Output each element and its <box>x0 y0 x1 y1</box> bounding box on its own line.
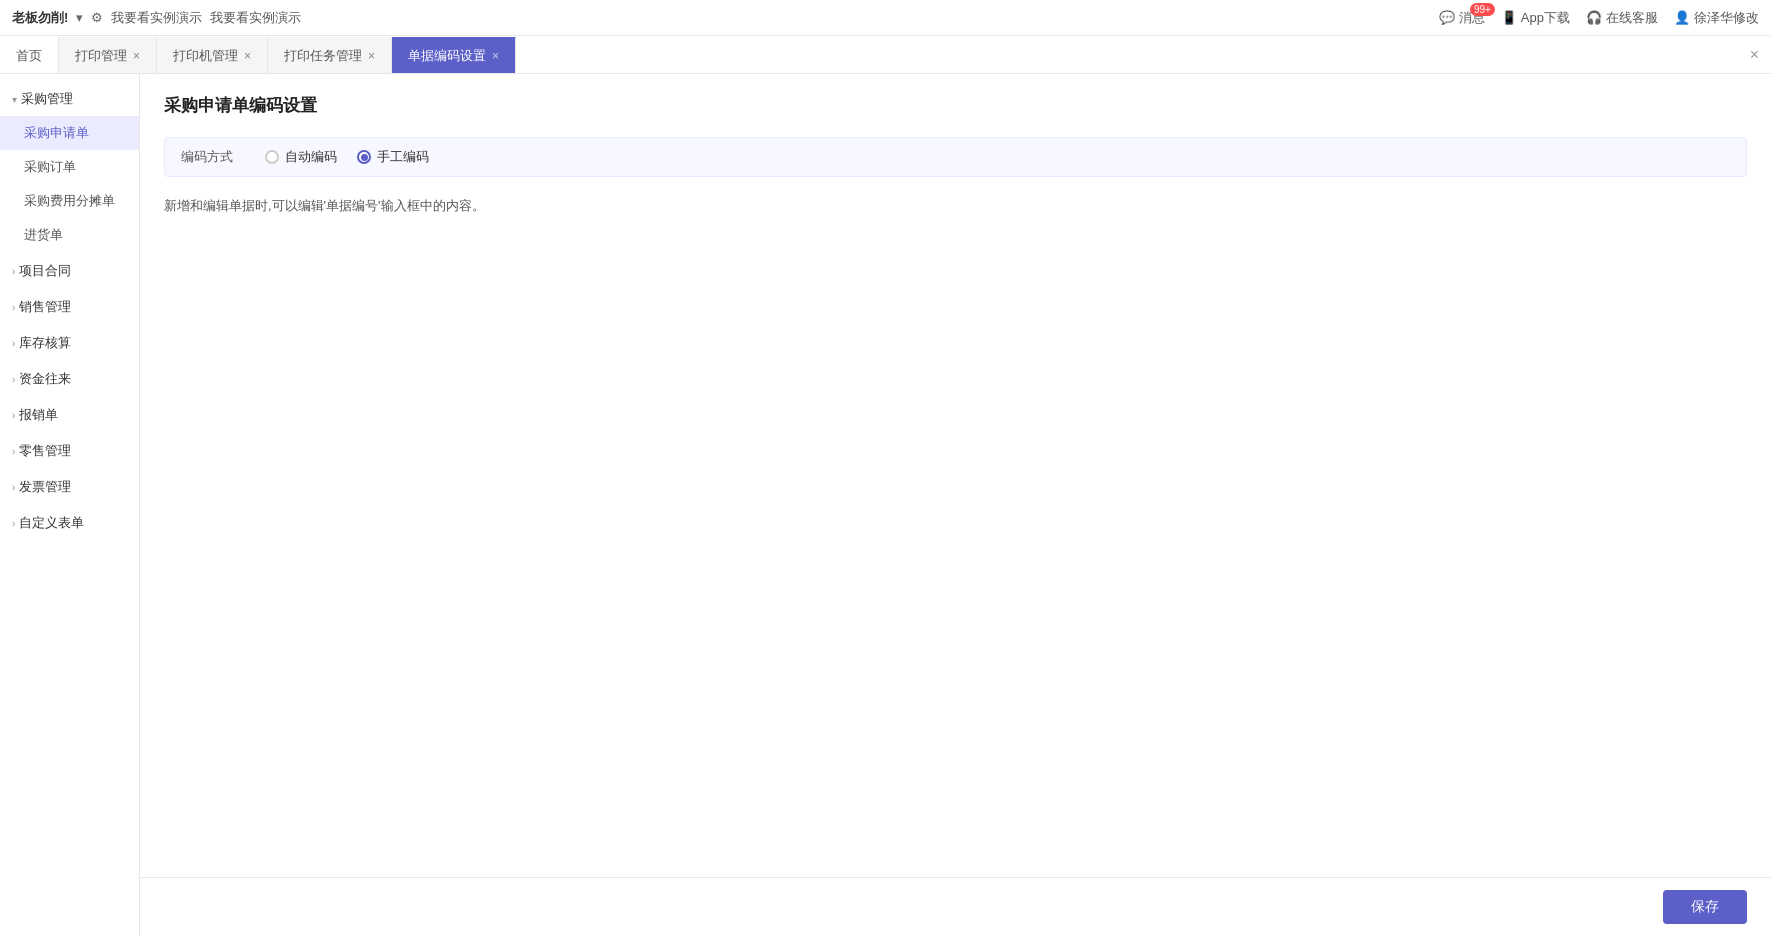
sidebar-group-retail: › 零售管理 <box>0 434 139 468</box>
sidebar-group-retail-label: 零售管理 <box>19 442 71 460</box>
service-icon: 🎧 <box>1586 10 1602 25</box>
brand-label: 老板勿削! <box>12 9 68 27</box>
sidebar-group-project-title[interactable]: › 项目合同 <box>0 254 139 288</box>
tab-bar-close-button[interactable]: × <box>1750 37 1771 73</box>
sidebar-item-inbound-label: 进货单 <box>24 227 63 242</box>
tab-print-task-label: 打印任务管理 <box>284 47 362 65</box>
sidebar-item-purchase-order-label: 采购订单 <box>24 159 76 174</box>
arrow-icon-sales: › <box>12 302 15 313</box>
sidebar-group-inventory-label: 库存核算 <box>19 334 71 352</box>
sidebar-group-returns-title[interactable]: › 报销单 <box>0 398 139 432</box>
arrow-icon-inventory: › <box>12 338 15 349</box>
settings-icon[interactable]: ⚙ <box>91 10 103 25</box>
radio-auto-circle <box>265 150 279 164</box>
sidebar-group-custom-label: 自定义表单 <box>19 514 84 532</box>
tab-printer-mgmt[interactable]: 打印机管理 × <box>157 37 268 73</box>
sidebar-item-purchase-expense-label: 采购费用分摊单 <box>24 193 115 208</box>
sidebar: ▾ 采购管理 采购申请单 采购订单 采购费用分摊单 进货单 › <box>0 74 140 936</box>
tab-home-label: 首页 <box>16 47 42 65</box>
arrow-icon-custom: › <box>12 518 15 529</box>
encoding-row: 编码方式 自动编码 手工编码 <box>164 137 1747 177</box>
sidebar-group-inventory-title[interactable]: › 库存核算 <box>0 326 139 360</box>
tab-single-code-label: 单据编码设置 <box>408 47 486 65</box>
main-layout: ▾ 采购管理 采购申请单 采购订单 采购费用分摊单 进货单 › <box>0 74 1771 936</box>
sidebar-group-returns: › 报销单 <box>0 398 139 432</box>
arrow-icon-project: › <box>12 266 15 277</box>
top-bar-right: 💬 消息 99+ 📱 App下载 🎧 在线客服 👤 徐泽华修改 <box>1439 9 1759 27</box>
tab-printer-mgmt-label: 打印机管理 <box>173 47 238 65</box>
sidebar-group-inventory: › 库存核算 <box>0 326 139 360</box>
page-title: 采购申请单编码设置 <box>164 94 1747 117</box>
radio-group: 自动编码 手工编码 <box>265 148 429 166</box>
app-label: App下载 <box>1521 9 1570 27</box>
sidebar-item-purchase-request-label: 采购申请单 <box>24 125 89 140</box>
user-icon: 👤 <box>1674 10 1690 25</box>
app-download-item[interactable]: 📱 App下载 <box>1501 9 1570 27</box>
chat-icon: 💬 <box>1439 10 1455 25</box>
sidebar-group-invoice-label: 发票管理 <box>19 478 71 496</box>
sidebar-group-finance-title[interactable]: › 资金往来 <box>0 362 139 396</box>
tab-bar: 首页 打印管理 × 打印机管理 × 打印任务管理 × 单据编码设置 × × <box>0 36 1771 74</box>
sidebar-group-purchase-label: 采购管理 <box>21 90 73 108</box>
arrow-icon-purchase: ▾ <box>12 94 17 105</box>
tab-print-task-close[interactable]: × <box>368 50 375 62</box>
service-label: 在线客服 <box>1606 9 1658 27</box>
sidebar-item-purchase-request[interactable]: 采购申请单 <box>0 116 139 150</box>
tab-print-mgmt-label: 打印管理 <box>75 47 127 65</box>
user-item[interactable]: 👤 徐泽华修改 <box>1674 9 1759 27</box>
message-badge: 99+ <box>1470 3 1495 16</box>
online-service-item[interactable]: 🎧 在线客服 <box>1586 9 1658 27</box>
tab-print-mgmt[interactable]: 打印管理 × <box>59 37 157 73</box>
top-bar-left: 老板勿削! ▾ ⚙ 我要看实例演示 我要看实例演示 <box>12 9 301 27</box>
arrow-icon-retail: › <box>12 446 15 457</box>
sidebar-group-custom: › 自定义表单 <box>0 506 139 540</box>
tab-print-task[interactable]: 打印任务管理 × <box>268 37 392 73</box>
tab-printer-mgmt-close[interactable]: × <box>244 50 251 62</box>
demo-link[interactable]: 我要看实例演示 <box>111 9 202 27</box>
arrow-icon-returns: › <box>12 410 15 421</box>
tab-home[interactable]: 首页 <box>0 37 59 73</box>
manual-code-label: 手工编码 <box>377 148 429 166</box>
radio-manual-circle <box>357 150 371 164</box>
sidebar-group-custom-title[interactable]: › 自定义表单 <box>0 506 139 540</box>
content-area: 采购申请单编码设置 编码方式 自动编码 手工编码 新增和编辑单据时,可以编辑'单… <box>140 74 1771 936</box>
tab-print-mgmt-close[interactable]: × <box>133 50 140 62</box>
content-inner: 采购申请单编码设置 编码方式 自动编码 手工编码 新增和编辑单据时,可以编辑'单… <box>140 74 1771 877</box>
sidebar-group-project-label: 项目合同 <box>19 262 71 280</box>
sidebar-group-retail-title[interactable]: › 零售管理 <box>0 434 139 468</box>
sidebar-group-project: › 项目合同 <box>0 254 139 288</box>
top-bar: 老板勿削! ▾ ⚙ 我要看实例演示 我要看实例演示 💬 消息 99+ 📱 App… <box>0 0 1771 36</box>
tab-single-code-close[interactable]: × <box>492 50 499 62</box>
message-item[interactable]: 💬 消息 99+ <box>1439 9 1485 27</box>
sidebar-group-finance-label: 资金往来 <box>19 370 71 388</box>
sidebar-group-invoice-title[interactable]: › 发票管理 <box>0 470 139 504</box>
tab-single-code[interactable]: 单据编码设置 × <box>392 37 516 73</box>
arrow-icon-finance: › <box>12 374 15 385</box>
bottom-bar: 保存 <box>140 877 1771 936</box>
auto-code-label: 自动编码 <box>285 148 337 166</box>
user-label: 徐泽华修改 <box>1694 9 1759 27</box>
sidebar-group-sales-title[interactable]: › 销售管理 <box>0 290 139 324</box>
save-button[interactable]: 保存 <box>1663 890 1747 924</box>
hint-text: 新增和编辑单据时,可以编辑'单据编号'输入框中的内容。 <box>164 193 1747 219</box>
radio-manual-code[interactable]: 手工编码 <box>357 148 429 166</box>
sidebar-item-purchase-expense[interactable]: 采购费用分摊单 <box>0 184 139 218</box>
sidebar-children-purchase: 采购申请单 采购订单 采购费用分摊单 进货单 <box>0 116 139 252</box>
radio-auto-code[interactable]: 自动编码 <box>265 148 337 166</box>
sidebar-item-purchase-order[interactable]: 采购订单 <box>0 150 139 184</box>
sidebar-group-sales-label: 销售管理 <box>19 298 71 316</box>
app-icon: 📱 <box>1501 10 1517 25</box>
sidebar-group-purchase: ▾ 采购管理 采购申请单 采购订单 采购费用分摊单 进货单 <box>0 82 139 252</box>
sidebar-group-purchase-title[interactable]: ▾ 采购管理 <box>0 82 139 116</box>
dropdown-icon[interactable]: ▾ <box>76 10 83 25</box>
sidebar-group-invoice: › 发票管理 <box>0 470 139 504</box>
arrow-icon-invoice: › <box>12 482 15 493</box>
encoding-label: 编码方式 <box>181 148 241 166</box>
sidebar-item-inbound[interactable]: 进货单 <box>0 218 139 252</box>
sidebar-group-finance: › 资金往来 <box>0 362 139 396</box>
demo-text[interactable]: 我要看实例演示 <box>210 9 301 27</box>
sidebar-group-returns-label: 报销单 <box>19 406 58 424</box>
sidebar-group-sales: › 销售管理 <box>0 290 139 324</box>
